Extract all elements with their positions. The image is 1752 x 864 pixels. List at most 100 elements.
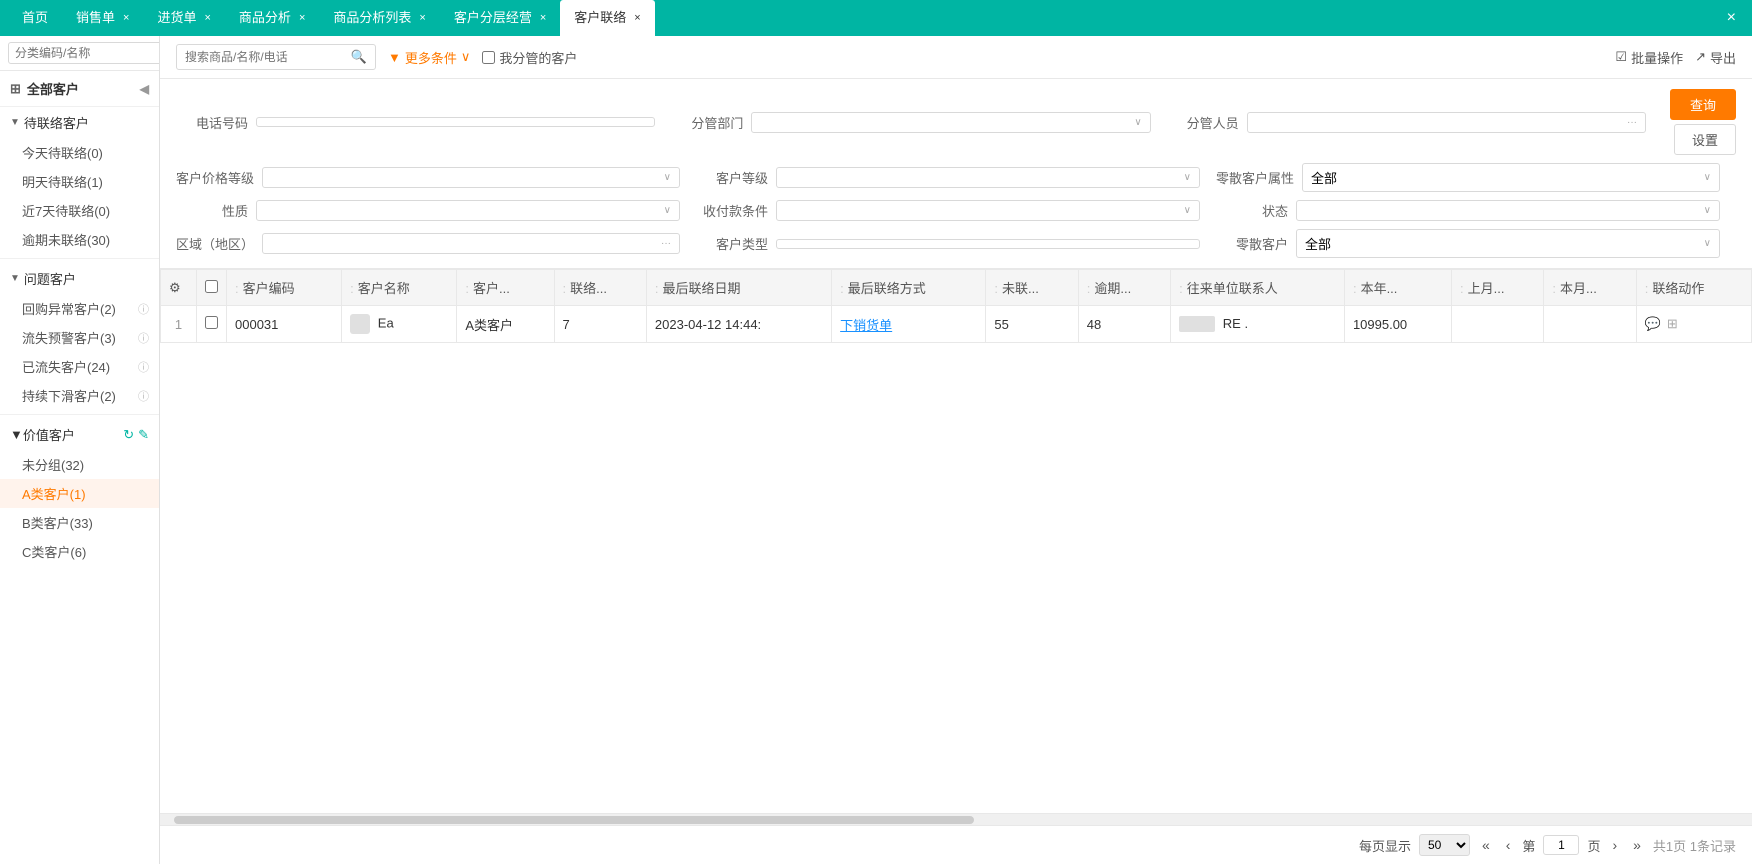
nav-purchase[interactable]: 进货单 × xyxy=(143,0,224,36)
status-input[interactable]: ∨ xyxy=(1296,200,1720,221)
col-customer-type[interactable]: :客户... xyxy=(457,270,554,306)
sidebar-item-repurchase-abnormal[interactable]: 回购异常客户(2) ⓘ xyxy=(0,294,159,323)
my-customers-checkbox[interactable]: 我分管的客户 xyxy=(482,48,577,67)
nav-home[interactable]: 首页 xyxy=(8,0,62,36)
row-last-date-cell: 2023-04-12 14:44: xyxy=(646,306,831,343)
nav-sales-close[interactable]: × xyxy=(123,0,129,36)
sidebar-item-ungrouped[interactable]: 未分组(32) xyxy=(0,450,159,479)
window-close-button[interactable]: × xyxy=(1719,9,1744,27)
page-number-input[interactable] xyxy=(1543,835,1579,855)
sidebar-item-class-a[interactable]: A类客户(1) xyxy=(0,479,159,508)
nav-goods-analysis[interactable]: 商品分析 × xyxy=(225,0,319,36)
sidebar-item-class-b[interactable]: B类客户(33) xyxy=(0,508,159,537)
col-this-month[interactable]: :本月... xyxy=(1544,270,1636,306)
region-input[interactable]: ··· xyxy=(262,233,680,254)
sidebar-divider-2 xyxy=(0,414,159,415)
price-level-input[interactable]: ∨ xyxy=(262,167,680,188)
value-customers-header[interactable]: ▼ 价值客户 ↻ ✎ xyxy=(0,419,159,450)
settings-button[interactable]: 设置 xyxy=(1674,124,1736,155)
phone-input[interactable] xyxy=(256,117,655,127)
pending-contact-header[interactable]: ▼ 待联络客户 xyxy=(0,107,159,138)
col-last-contact-date[interactable]: :最后联络日期 xyxy=(646,270,831,306)
sidebar-item-churn-warning[interactable]: 流失预警客户(3) ⓘ xyxy=(0,323,159,352)
name-avatar xyxy=(350,314,370,334)
nav-sales[interactable]: 销售单 × xyxy=(62,0,143,36)
nav-customer-tier[interactable]: 客户分层经营 × xyxy=(440,0,560,36)
customer-type-input[interactable] xyxy=(776,239,1200,249)
my-customers-check[interactable] xyxy=(482,51,495,64)
col-this-year[interactable]: :本年... xyxy=(1344,270,1451,306)
row-checkbox[interactable] xyxy=(205,316,218,329)
nav-goods-list-close[interactable]: × xyxy=(419,0,425,36)
select-all-checkbox[interactable] xyxy=(205,280,218,293)
sidebar-item-tomorrow[interactable]: 明天待联络(1) xyxy=(0,167,159,196)
refresh-icon[interactable]: ↻ xyxy=(123,427,134,443)
col-unlisted[interactable]: :未联... xyxy=(986,270,1078,306)
filter-cell-price-level: 客户价格等级 ∨ xyxy=(176,167,696,188)
col-name[interactable]: :客户名称 xyxy=(342,270,457,306)
per-page-select[interactable]: 50 100 200 xyxy=(1419,834,1470,856)
dept-input[interactable]: ∨ xyxy=(751,112,1150,133)
customer-level-input[interactable]: ∨ xyxy=(776,167,1200,188)
row-num-cell: 1 xyxy=(161,306,197,343)
person-input[interactable]: ··· xyxy=(1247,112,1646,133)
sidebar-item-overdue[interactable]: 逾期未联络(30) xyxy=(0,225,159,254)
batch-operation-button[interactable]: ☑ 批量操作 xyxy=(1615,48,1683,67)
filter-cell-customer-level: 客户等级 ∨ xyxy=(696,167,1216,188)
first-page-btn[interactable]: « xyxy=(1478,837,1494,853)
col-settings[interactable]: ⚙ xyxy=(161,270,197,306)
col-action: :联络动作 xyxy=(1636,270,1751,306)
payment-input[interactable]: ∨ xyxy=(776,200,1200,221)
qr-icon[interactable]: ⊞ xyxy=(1667,316,1678,332)
customer-table: ⚙ :客户编码 :客户名称 :客户... :联络... :最后联络日期 :最后联… xyxy=(160,269,1752,343)
filter-bar: 🔍 ▼ 更多条件 ∨ 我分管的客户 ☑ 批量操作 ↗ 导出 xyxy=(160,36,1752,79)
nav-goods-analysis-close[interactable]: × xyxy=(299,0,305,36)
nav-customer-contact-close[interactable]: × xyxy=(634,0,640,36)
sidebar-collapse-button[interactable]: ◀ xyxy=(140,82,149,96)
chat-icon[interactable]: 💬 xyxy=(1645,316,1661,332)
info-icon-1: ⓘ xyxy=(138,301,149,317)
col-overdue[interactable]: :逾期... xyxy=(1078,270,1170,306)
nature-input[interactable]: ∨ xyxy=(256,200,680,221)
col-code[interactable]: :客户编码 xyxy=(227,270,342,306)
row-last-month-cell xyxy=(1451,306,1543,343)
filter-row-2: 客户价格等级 ∨ 客户等级 ∨ 零散客户属性 全部 ∨ xyxy=(176,163,1736,192)
scroll-thumb[interactable] xyxy=(174,816,974,824)
retail-customer-input[interactable]: 全部 ∨ xyxy=(1296,229,1720,258)
col-last-contact-method[interactable]: :最后联络方式 xyxy=(832,270,986,306)
main-search-input[interactable] xyxy=(185,50,345,64)
sidebar-item-class-c[interactable]: C类客户(6) xyxy=(0,537,159,566)
batch-op-icon: ☑ xyxy=(1615,49,1627,65)
col-contact-person[interactable]: :往来单位联系人 xyxy=(1171,270,1345,306)
col-contact-count[interactable]: :联络... xyxy=(554,270,646,306)
problem-customers-group: ▼ 问题客户 回购异常客户(2) ⓘ 流失预警客户(3) ⓘ 已流失客户(24)… xyxy=(0,263,159,410)
category-search-input[interactable] xyxy=(8,42,160,64)
sidebar-item-churned[interactable]: 已流失客户(24) ⓘ xyxy=(0,352,159,381)
gear-icon[interactable]: ⚙ xyxy=(169,280,181,295)
main-search-icon[interactable]: 🔍 xyxy=(351,49,367,65)
horizontal-scrollbar[interactable] xyxy=(160,813,1752,825)
nav-purchase-close[interactable]: × xyxy=(204,0,210,36)
more-filter-button[interactable]: ▼ 更多条件 ∨ xyxy=(388,48,470,67)
nav-goods-list[interactable]: 商品分析列表 × xyxy=(319,0,439,36)
filter-icon: ▼ xyxy=(388,50,401,65)
problem-customers-header[interactable]: ▼ 问题客户 xyxy=(0,263,159,294)
export-button[interactable]: ↗ 导出 xyxy=(1695,48,1736,67)
edit-icon[interactable]: ✎ xyxy=(138,427,149,443)
filter-cell-retail-customer: 零散客户 全部 ∨ xyxy=(1216,229,1736,258)
query-button[interactable]: 查询 xyxy=(1670,89,1736,120)
nav-customer-tier-close[interactable]: × xyxy=(540,0,546,36)
prev-page-btn[interactable]: ‹ xyxy=(1502,837,1515,853)
retail-attr-input[interactable]: 全部 ∨ xyxy=(1302,163,1720,192)
nav-customer-contact[interactable]: 客户联络 × xyxy=(560,0,654,36)
search-box[interactable]: 🔍 xyxy=(176,44,376,70)
next-page-btn[interactable]: › xyxy=(1608,837,1621,853)
sidebar-item-declining[interactable]: 持续下滑客户(2) ⓘ xyxy=(0,381,159,410)
last-page-btn[interactable]: » xyxy=(1629,837,1645,853)
contact-method-link[interactable]: 下销货单 xyxy=(840,318,892,333)
col-last-month[interactable]: :上月... xyxy=(1451,270,1543,306)
info-icon-3: ⓘ xyxy=(138,359,149,375)
sidebar-item-7days[interactable]: 近7天待联络(0) xyxy=(0,196,159,225)
sidebar-item-today[interactable]: 今天待联络(0) xyxy=(0,138,159,167)
all-customers-header[interactable]: ⊞ 全部客户 ◀ xyxy=(0,71,159,107)
